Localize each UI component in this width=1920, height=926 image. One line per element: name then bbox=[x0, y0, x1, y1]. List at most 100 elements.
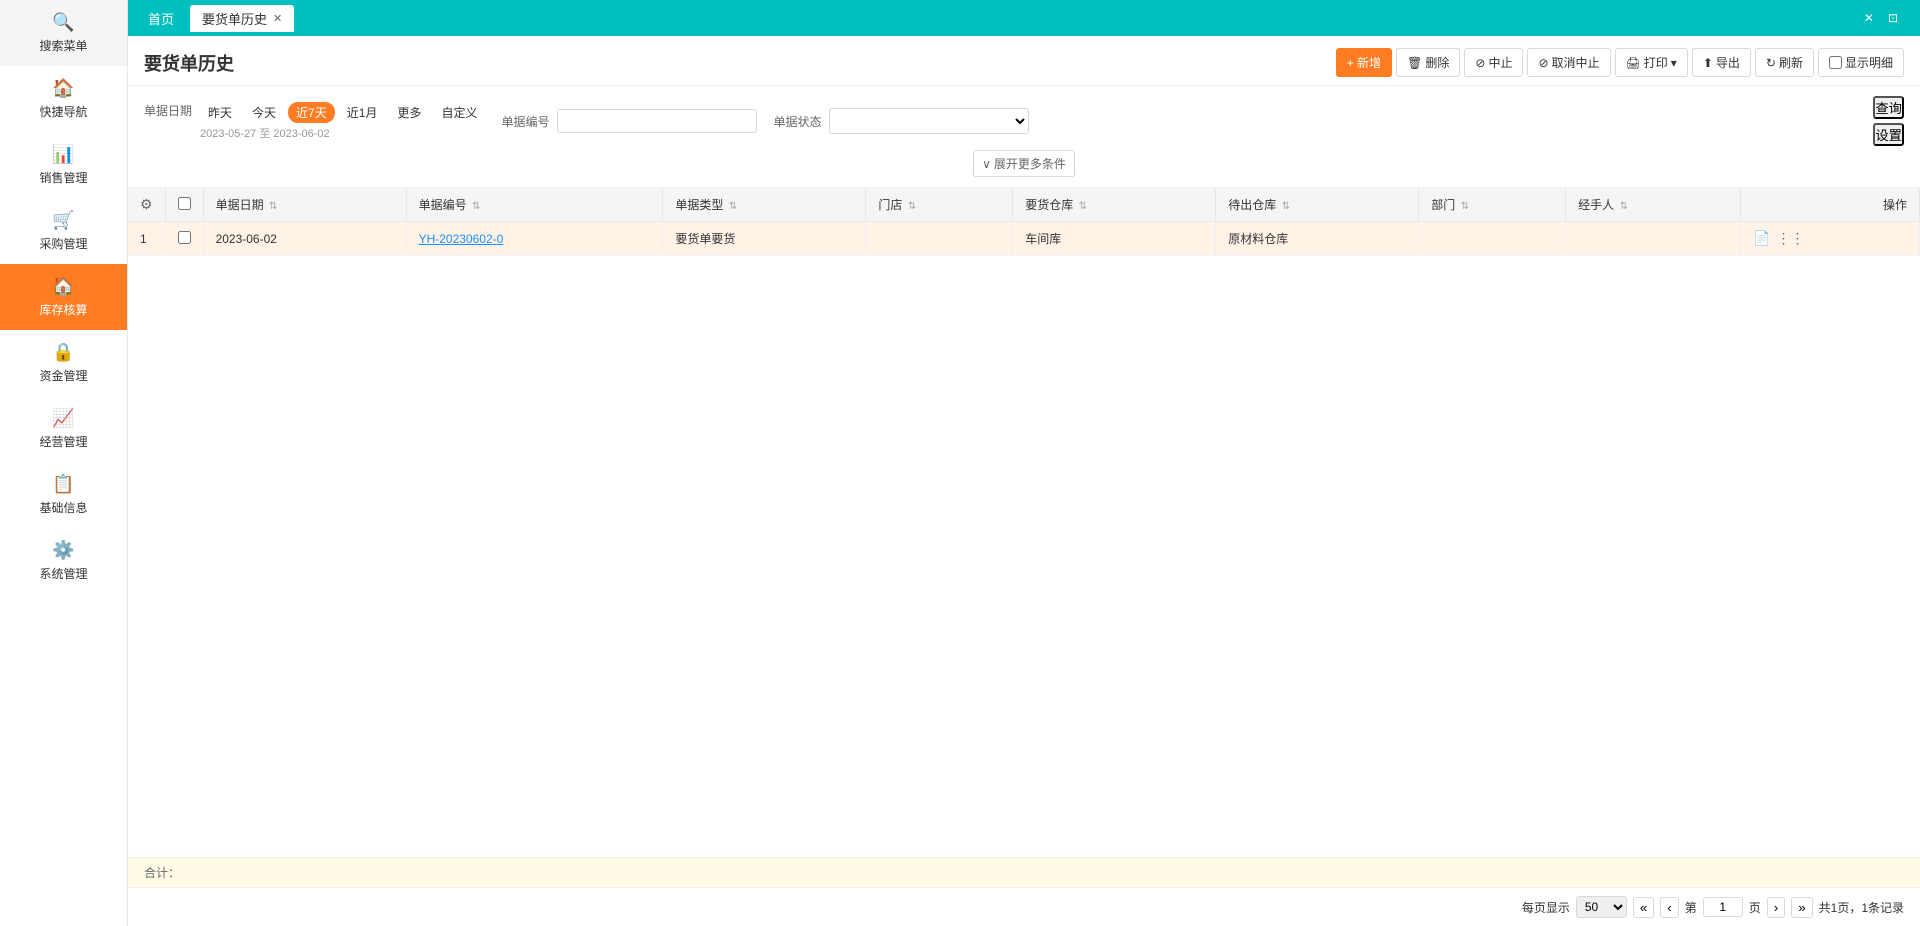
stop-button[interactable]: ⊘ 中止 bbox=[1464, 48, 1523, 77]
row-pending-warehouse: 原材料仓库 bbox=[1216, 222, 1419, 256]
col-store-sort-icon[interactable]: ⇅ bbox=[908, 201, 916, 212]
add-button[interactable]: + 新增 bbox=[1336, 48, 1392, 77]
sidebar-item-purchase[interactable]: 🛒 采购管理 bbox=[0, 198, 127, 264]
row-store bbox=[866, 222, 1013, 256]
sidebar-item-label: 系统管理 bbox=[39, 565, 87, 582]
cancel-stop-button[interactable]: ⊘ 取消中止 bbox=[1527, 48, 1610, 77]
print-icon: 🖨 bbox=[1626, 56, 1641, 70]
row-more-icon[interactable]: ⋮⋮ bbox=[1777, 230, 1805, 247]
date-opt-yesterday[interactable]: 昨天 bbox=[200, 102, 240, 123]
sidebar-item-search-menu[interactable]: 🔍 搜索菜单 bbox=[0, 0, 127, 66]
next-page-button[interactable]: › bbox=[1767, 897, 1785, 918]
inventory-icon: 🏠 bbox=[52, 276, 74, 297]
table-col-bill-no: 单据编号 ⇅ bbox=[406, 188, 663, 222]
bill-no-input[interactable] bbox=[557, 109, 757, 133]
sidebar-item-system[interactable]: ⚙️ 系统管理 bbox=[0, 528, 127, 594]
top-right-controls: ✕ ⊡ bbox=[1858, 9, 1912, 27]
first-page-button[interactable]: « bbox=[1633, 897, 1654, 918]
row-bill-no-link[interactable]: YH-20230602-0 bbox=[419, 232, 504, 246]
last-page-button[interactable]: » bbox=[1791, 897, 1812, 918]
settings-button[interactable]: 设置 bbox=[1873, 123, 1904, 146]
col-bill-type-sort-icon[interactable]: ⇅ bbox=[729, 201, 737, 212]
print-button[interactable]: 🖨 打印 ▾ bbox=[1615, 48, 1688, 77]
date-opt-custom[interactable]: 自定义 bbox=[433, 102, 485, 123]
col-handler-sort-icon[interactable]: ⇅ bbox=[1619, 201, 1627, 212]
col-department-sort-icon[interactable]: ⇅ bbox=[1461, 201, 1469, 212]
main-area: 首页 要货单历史 ✕ ✕ ⊡ 要货单历史 + 新增 🗑 bbox=[128, 0, 1920, 926]
tab-requisition-label: 要货单历史 bbox=[202, 9, 267, 28]
refresh-icon: ↻ bbox=[1766, 56, 1776, 70]
table-col-department: 部门 ⇅ bbox=[1419, 188, 1566, 222]
table-col-req-warehouse: 要货仓库 ⇅ bbox=[1013, 188, 1216, 222]
per-page-select[interactable]: 50 100 bbox=[1576, 896, 1627, 918]
window-close-button[interactable]: ✕ bbox=[1858, 9, 1880, 27]
sidebar-item-label: 库存核算 bbox=[39, 301, 87, 318]
sidebar-item-finance[interactable]: 🔒 资金管理 bbox=[0, 330, 127, 396]
row-handler bbox=[1566, 222, 1741, 256]
col-department-label: 部门 bbox=[1431, 198, 1455, 212]
query-buttons: 查询 设置 bbox=[1873, 96, 1904, 146]
sidebar-item-basic-info[interactable]: 📋 基础信息 bbox=[0, 462, 127, 528]
per-page-label: 每页显示 bbox=[1522, 899, 1570, 916]
page-number-input[interactable] bbox=[1703, 897, 1743, 917]
row-no: 1 bbox=[128, 222, 165, 256]
display-cell-button[interactable]: 显示明细 bbox=[1818, 48, 1904, 77]
table-col-store: 门店 ⇅ bbox=[866, 188, 1013, 222]
col-store-label: 门店 bbox=[878, 198, 902, 212]
date-opt-today[interactable]: 今天 bbox=[244, 102, 284, 123]
table-select-all-checkbox[interactable] bbox=[178, 197, 191, 210]
query-button[interactable]: 查询 bbox=[1873, 96, 1904, 119]
row-select-checkbox[interactable] bbox=[178, 231, 191, 244]
sidebar-item-sales[interactable]: 📊 销售管理 bbox=[0, 132, 127, 198]
basic-info-icon: 📋 bbox=[52, 474, 74, 495]
page-title: 要货单历史 bbox=[144, 50, 234, 76]
tab-home-label: 首页 bbox=[148, 9, 174, 28]
display-cell-checkbox[interactable] bbox=[1829, 56, 1842, 69]
expand-conditions-button[interactable]: ∨ 展开更多条件 bbox=[973, 150, 1075, 177]
table-gear-icon[interactable]: ⚙ bbox=[140, 196, 153, 212]
filter-row-1: 单据日期 昨天 今天 近7天 近1月 更多 自定义 2023-05-27 至 2… bbox=[144, 96, 1904, 146]
prev-page-button[interactable]: ‹ bbox=[1660, 897, 1678, 918]
tab-close-icon[interactable]: ✕ bbox=[273, 12, 282, 25]
delete-button[interactable]: 🗑 删除 bbox=[1396, 48, 1460, 77]
cancel-stop-icon: ⊘ bbox=[1538, 56, 1548, 70]
row-req-warehouse: 车间库 bbox=[1013, 222, 1216, 256]
requisition-table: ⚙ 单据日期 ⇅ 单据编号 ⇅ bbox=[128, 188, 1920, 256]
bill-status-select[interactable] bbox=[829, 108, 1029, 134]
stop-icon: ⊘ bbox=[1475, 56, 1485, 70]
page-label: 第 bbox=[1685, 899, 1697, 916]
date-options: 昨天 今天 近7天 近1月 更多 自定义 bbox=[200, 102, 485, 123]
window-resize-icon: ⊡ bbox=[1888, 11, 1898, 25]
col-bill-no-sort-icon[interactable]: ⇅ bbox=[472, 201, 480, 212]
row-edit-icon[interactable]: 📄 bbox=[1753, 230, 1770, 247]
print-label: 打印 bbox=[1644, 54, 1668, 71]
tab-requisition-history[interactable]: 要货单历史 ✕ bbox=[190, 5, 294, 32]
date-opt-7days[interactable]: 近7天 bbox=[288, 102, 335, 123]
col-actions-label: 操作 bbox=[1883, 198, 1907, 212]
sidebar-item-operations[interactable]: 📈 经营管理 bbox=[0, 396, 127, 462]
bill-no-filter: 单据编号 bbox=[501, 109, 757, 133]
page-of-label: 页 bbox=[1749, 899, 1761, 916]
col-req-warehouse-sort-icon[interactable]: ⇅ bbox=[1079, 201, 1087, 212]
expand-label: 展开更多条件 bbox=[994, 155, 1066, 172]
bill-no-label: 单据编号 bbox=[501, 113, 549, 130]
toolbar: + 新增 🗑 删除 ⊘ 中止 ⊘ 取消中止 🖨 打印 ▾ bbox=[1336, 48, 1904, 77]
table-col-pending-warehouse: 待出仓库 ⇅ bbox=[1216, 188, 1419, 222]
refresh-button[interactable]: ↻ 刷新 bbox=[1755, 48, 1814, 77]
finance-icon: 🔒 bbox=[52, 342, 74, 363]
sidebar-item-inventory[interactable]: 🏠 库存核算 bbox=[0, 264, 127, 330]
stop-label: 中止 bbox=[1488, 54, 1512, 71]
col-pending-warehouse-sort-icon[interactable]: ⇅ bbox=[1282, 201, 1290, 212]
row-date: 2023-06-02 bbox=[203, 222, 406, 256]
print-dropdown-icon: ▾ bbox=[1671, 56, 1677, 70]
export-button[interactable]: ⬆ 导出 bbox=[1692, 48, 1751, 77]
tab-home[interactable]: 首页 bbox=[136, 5, 186, 32]
sidebar-item-label: 基础信息 bbox=[39, 499, 87, 516]
date-opt-1month[interactable]: 近1月 bbox=[339, 102, 386, 123]
window-resize-button[interactable]: ⊡ bbox=[1882, 9, 1904, 27]
action-icons: 📄 ⋮⋮ bbox=[1753, 230, 1907, 247]
refresh-label: 刷新 bbox=[1779, 54, 1803, 71]
date-opt-more[interactable]: 更多 bbox=[389, 102, 429, 123]
sidebar-item-quick-nav[interactable]: 🏠 快捷导航 bbox=[0, 66, 127, 132]
col-date-sort-icon[interactable]: ⇅ bbox=[269, 201, 277, 212]
